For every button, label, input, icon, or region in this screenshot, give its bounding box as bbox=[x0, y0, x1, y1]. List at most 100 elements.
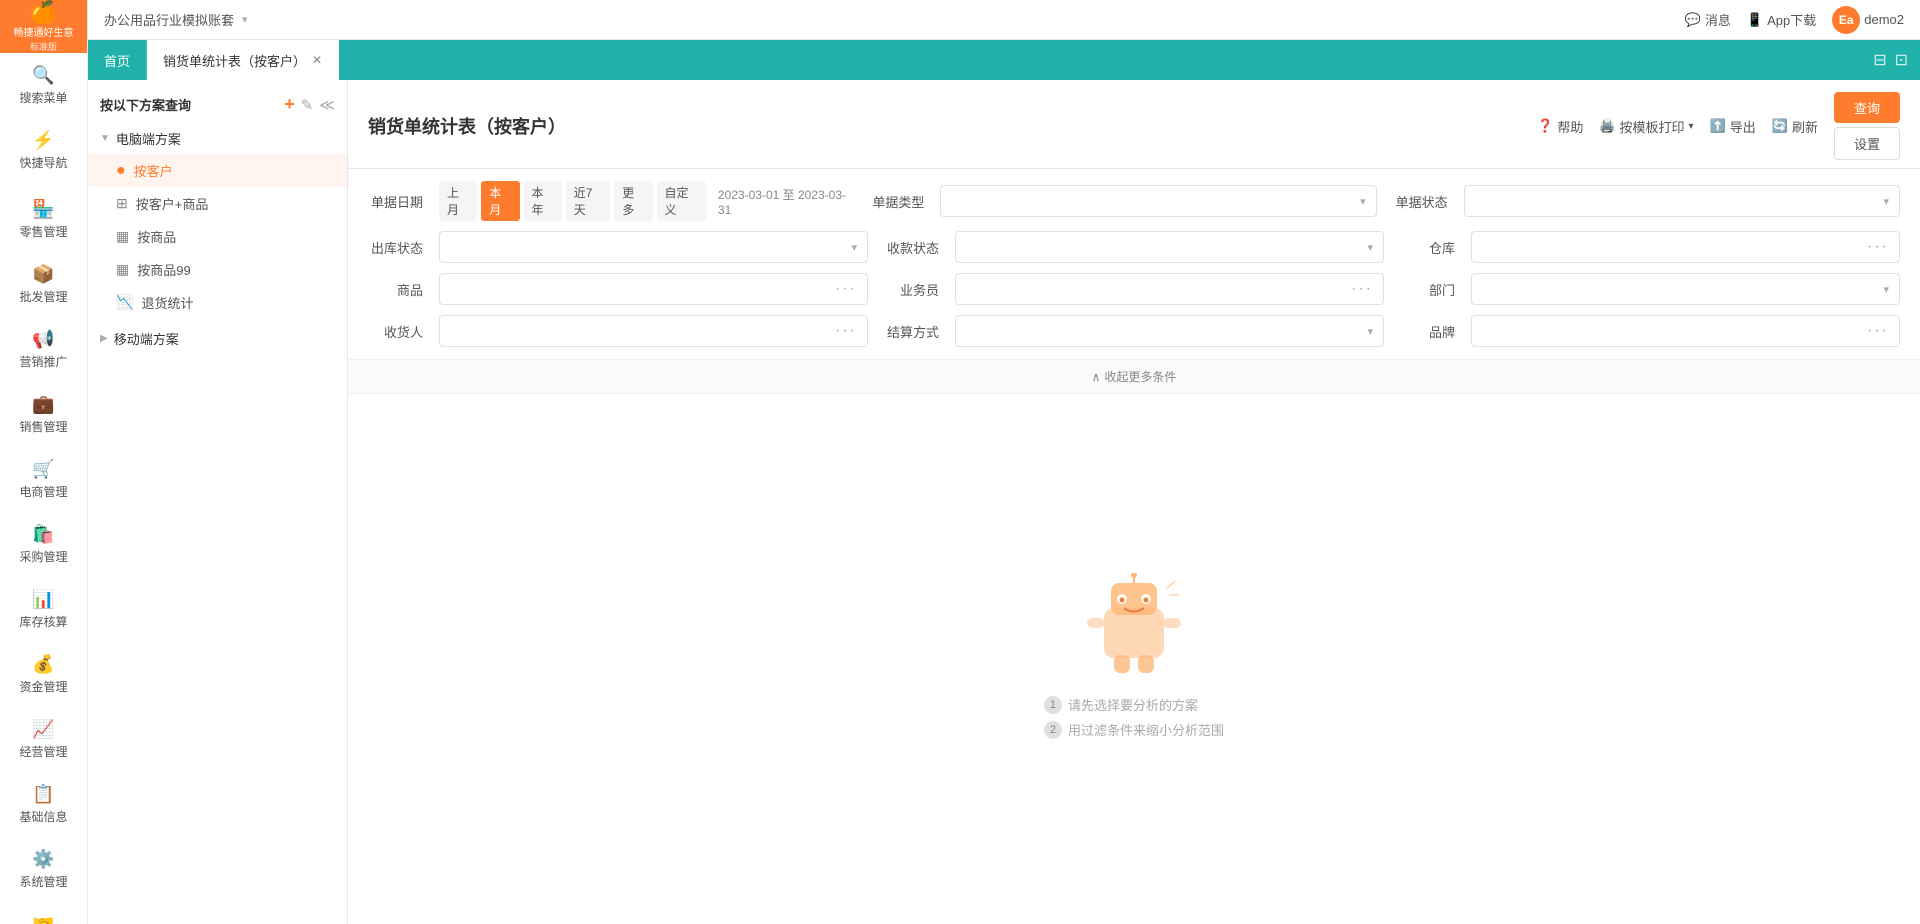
sidebar-item-system[interactable]: ⚙️ 系统管理 bbox=[0, 837, 88, 902]
app-logo[interactable]: 🍊 畅捷通好生意 标准版 bbox=[0, 0, 88, 53]
search-icon: 🔍 bbox=[32, 65, 54, 86]
warehouse-dots-icon: ··· bbox=[1867, 238, 1889, 256]
query-button[interactable]: 查询 bbox=[1834, 92, 1900, 123]
scheme-item-label: 按客户 bbox=[134, 161, 173, 180]
sidebar-item-retail[interactable]: 🏪 零售管理 bbox=[0, 187, 88, 252]
export-btn[interactable]: ⬆️ 导出 bbox=[1710, 117, 1756, 136]
collect-status-select[interactable]: ▾ bbox=[955, 231, 1384, 263]
sidebar-item-inventory[interactable]: 📊 库存核算 bbox=[0, 577, 88, 642]
sidebar-item-finance[interactable]: 💰 资金管理 bbox=[0, 642, 88, 707]
collapse-panel-btn[interactable]: ≪ bbox=[319, 96, 335, 114]
scheme-item-return-stat[interactable]: 📉 退货统计 bbox=[88, 286, 347, 319]
consignee-input[interactable]: ··· bbox=[439, 315, 868, 347]
tab-home[interactable]: 首页 bbox=[88, 40, 147, 80]
out-status-arrow-icon: ▾ bbox=[851, 241, 857, 254]
sidebar-item-basic[interactable]: 📋 基础信息 bbox=[0, 772, 88, 837]
out-status-select[interactable]: ▾ bbox=[439, 231, 868, 263]
scheme-group-label: 移动端方案 bbox=[114, 329, 179, 348]
settings-button[interactable]: 设置 bbox=[1834, 127, 1900, 160]
date-tab-this-year[interactable]: 本年 bbox=[524, 181, 562, 221]
scheme-group-desktop-header[interactable]: ▼ 电脑端方案 bbox=[88, 123, 347, 154]
scheme-item-by-customer[interactable]: ● 按客户 bbox=[88, 154, 347, 187]
left-panel-title: 按以下方案查询 bbox=[100, 95, 191, 114]
sidebar-item-label: 批发管理 bbox=[19, 288, 67, 305]
left-panel-header: 按以下方案查询 + ✎ ≪ bbox=[88, 90, 347, 123]
scheme-icon-return: 📉 bbox=[116, 294, 133, 311]
sidebar-item-sales[interactable]: 💼 销售管理 bbox=[0, 382, 88, 447]
brand-input[interactable]: ··· bbox=[1471, 315, 1900, 347]
dept-select[interactable]: ▾ bbox=[1471, 273, 1900, 305]
date-tab-last-month[interactable]: 上月 bbox=[439, 181, 477, 221]
sidebar-item-operations[interactable]: 📈 经营管理 bbox=[0, 707, 88, 772]
tip-num-1: 1 bbox=[1044, 696, 1062, 714]
date-filter: 上月 本月 本年 近7天 更多 自定义 2023-03-01 至 2023-03… bbox=[439, 181, 853, 221]
payment-label: 结算方式 bbox=[884, 322, 939, 341]
user-name: demo2 bbox=[1864, 12, 1904, 27]
content-area: 按以下方案查询 + ✎ ≪ ▼ 电脑端方案 ● 按客户 ⊞ bbox=[88, 80, 1920, 924]
logo-text: 畅捷通好生意 bbox=[14, 28, 74, 40]
salesperson-input[interactable]: ··· bbox=[955, 273, 1384, 305]
payment-select[interactable]: ▾ bbox=[955, 315, 1384, 347]
sidebar-item-enterprise[interactable]: 🤝 企业协同 bbox=[0, 902, 88, 924]
sidebar-item-wholesale[interactable]: 📦 批发管理 bbox=[0, 252, 88, 317]
edit-scheme-btn[interactable]: ✎ bbox=[301, 96, 314, 114]
scheme-group-mobile-header[interactable]: ▶ 移动端方案 bbox=[88, 323, 347, 354]
date-tab-this-month[interactable]: 本月 bbox=[481, 181, 519, 221]
inventory-icon: 📊 bbox=[32, 589, 54, 610]
tab-sales-stat[interactable]: 销货单统计表（按客户） ✕ bbox=[147, 40, 339, 80]
sidebar-item-label: 零售管理 bbox=[19, 223, 67, 240]
tab-home-label: 首页 bbox=[104, 51, 130, 70]
sidebar-item-label: 采购管理 bbox=[19, 548, 67, 565]
date-tab-last-7[interactable]: 近7天 bbox=[566, 181, 610, 221]
help-btn[interactable]: ❓ 帮助 bbox=[1537, 117, 1583, 136]
doc-status-select[interactable]: ▾ bbox=[1464, 185, 1900, 217]
scheme-item-by-product[interactable]: ▦ 按商品 bbox=[88, 220, 347, 253]
date-tab-custom[interactable]: 自定义 bbox=[657, 181, 706, 221]
collapse-bar[interactable]: ∧ 收起更多条件 bbox=[348, 360, 1920, 394]
scheme-item-by-customer-product[interactable]: ⊞ 按客户+商品 bbox=[88, 187, 347, 220]
app-download-action[interactable]: 📱 App下载 bbox=[1747, 10, 1816, 29]
scheme-group-mobile: ▶ 移动端方案 bbox=[88, 323, 347, 354]
user-profile[interactable]: Ea demo2 bbox=[1832, 6, 1904, 34]
sidebar-item-marketing[interactable]: 📢 营销推广 bbox=[0, 317, 88, 382]
finance-icon: 💰 bbox=[32, 654, 54, 675]
filter-row-3: 商品 ··· 业务员 ··· 部门 ▾ bbox=[368, 273, 1900, 305]
sidebar-item-search[interactable]: 🔍 搜索菜单 bbox=[0, 53, 88, 118]
add-scheme-btn[interactable]: + bbox=[284, 94, 295, 115]
sidebar-item-label: 库存核算 bbox=[19, 613, 67, 630]
dept-label: 部门 bbox=[1400, 280, 1455, 299]
filter-row-2: 出库状态 ▾ 收款状态 ▾ 仓库 ··· bbox=[368, 231, 1900, 263]
refresh-btn[interactable]: 🔄 刷新 bbox=[1772, 117, 1818, 136]
tip-text-2: 用过滤条件来缩小分析范围 bbox=[1068, 720, 1224, 739]
sidebar-item-quick-nav[interactable]: ⚡ 快捷导航 bbox=[0, 118, 88, 183]
scheme-item-by-product-99[interactable]: ▦ 按商品99 bbox=[88, 253, 347, 286]
sidebar-item-purchase[interactable]: 🛍️ 采购管理 bbox=[0, 512, 88, 577]
header-actions: 💬 消息 📱 App下载 Ea demo2 bbox=[1685, 6, 1904, 34]
logo-icon: 🍊 bbox=[30, 0, 57, 26]
sidebar-item-ecommerce[interactable]: 🛒 电商管理 bbox=[0, 447, 88, 512]
tab-minimize-btn[interactable]: ⊟ bbox=[1873, 50, 1886, 70]
left-panel-actions: + ✎ ≪ bbox=[284, 94, 335, 115]
tip-num-2: 2 bbox=[1044, 721, 1062, 739]
print-arrow-icon: ▾ bbox=[1689, 121, 1694, 132]
sidebar-item-label: 快捷导航 bbox=[19, 154, 67, 171]
salesperson-dots-icon: ··· bbox=[1351, 280, 1373, 298]
sales-icon: 💼 bbox=[32, 394, 54, 415]
product-label: 商品 bbox=[368, 280, 423, 299]
doc-status-label: 单据状态 bbox=[1393, 192, 1448, 211]
warehouse-input[interactable]: ··· bbox=[1471, 231, 1900, 263]
message-label: 消息 bbox=[1705, 10, 1731, 29]
doc-type-select[interactable]: ▾ bbox=[940, 185, 1376, 217]
marketing-icon: 📢 bbox=[32, 329, 54, 350]
date-tab-more[interactable]: 更多 bbox=[614, 181, 652, 221]
product-input[interactable]: ··· bbox=[439, 273, 868, 305]
tab-expand-btn[interactable]: ⊡ bbox=[1895, 50, 1908, 70]
filter-row-1: 单据日期 上月 本月 本年 近7天 更多 自定义 2023-03-01 至 20… bbox=[368, 181, 1900, 221]
consignee-dots-icon: ··· bbox=[835, 322, 857, 340]
message-action[interactable]: 💬 消息 bbox=[1685, 10, 1731, 29]
product-dots-icon: ··· bbox=[835, 280, 857, 298]
logo-sub: 标准版 bbox=[30, 40, 57, 53]
tab-close-icon[interactable]: ✕ bbox=[312, 53, 322, 67]
filter-area: 单据日期 上月 本月 本年 近7天 更多 自定义 2023-03-01 至 20… bbox=[348, 169, 1920, 360]
print-btn[interactable]: 🖨️ 按模板打印 ▾ bbox=[1599, 117, 1693, 136]
